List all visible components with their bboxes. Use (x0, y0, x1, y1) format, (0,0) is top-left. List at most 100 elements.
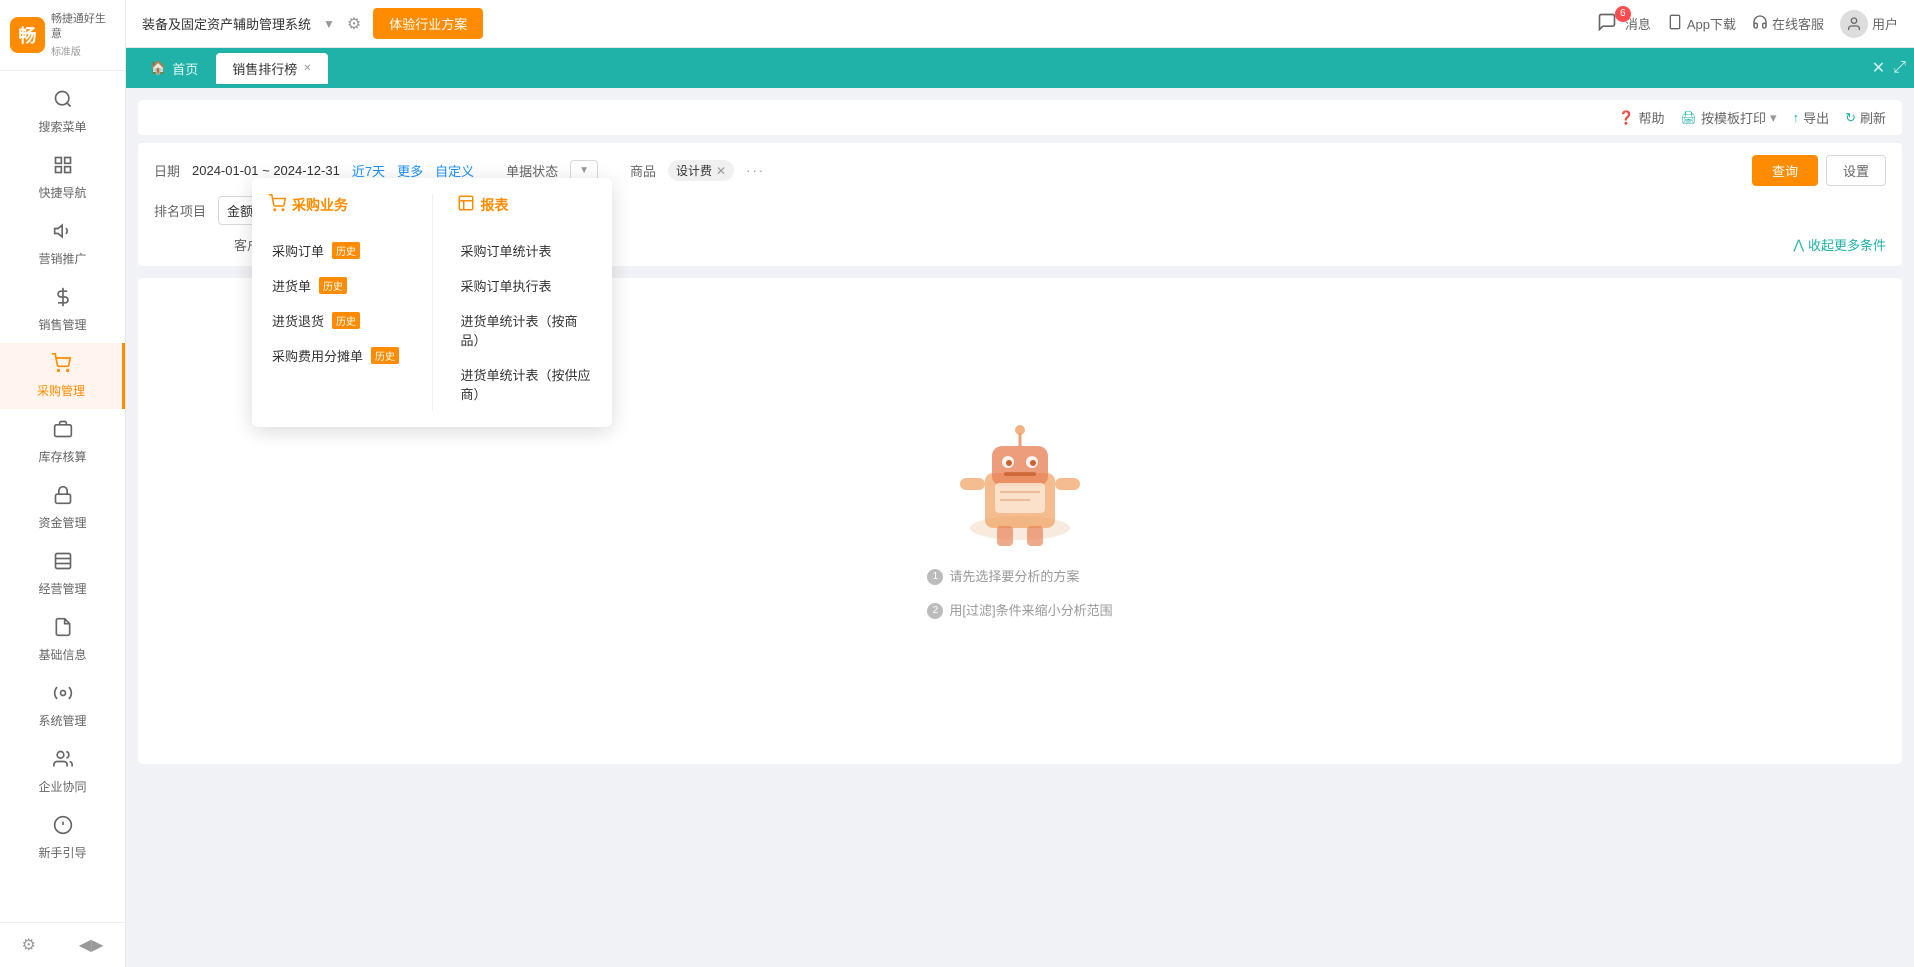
goods-more-dots[interactable]: ··· (746, 163, 765, 178)
goods-tag-remove[interactable]: ✕ (716, 164, 726, 178)
rank-label: 排名项目 (154, 201, 206, 220)
history-badge-2: 历史 (332, 312, 360, 329)
collapse-icon: ⋀ (1793, 237, 1804, 253)
sales-nav-icon (53, 287, 73, 312)
step1-num: 1 (927, 569, 943, 585)
app-download-btn[interactable]: App下载 (1667, 14, 1736, 33)
logo-area: 畅 畅捷通好生意 标准版 (0, 0, 125, 71)
home-icon: 🏠 (150, 60, 166, 76)
menu-item-purchase-return[interactable]: 进货退货 历史 (268, 303, 408, 338)
export-icon: ↑ (1793, 110, 1800, 125)
message-icon (1597, 12, 1617, 35)
empty-illustration (940, 418, 1100, 548)
history-badge-0: 历史 (332, 242, 360, 259)
messages-btn[interactable]: 6 消息 (1597, 12, 1651, 35)
date-range-display: 2024-01-01 ~ 2024-12-31 (192, 163, 340, 178)
phone-icon (1667, 14, 1683, 33)
app-download-label: App下载 (1687, 14, 1736, 33)
guide-nav-icon (53, 815, 73, 840)
settings-btn[interactable]: 设置 (1826, 155, 1886, 186)
step2-num: 2 (927, 603, 943, 619)
purchase-section: 采购业务 采购订单 历史 进货单 历史 进货退货 历史 (268, 194, 408, 411)
purchase-section-title: 采购业务 (268, 194, 408, 221)
sidebar-item-operation[interactable]: 经营管理 (0, 541, 125, 607)
report-section: 报表 采购订单统计表 采购订单执行表 进货单统计表（按商品） 进货单统计表（按供 (457, 194, 597, 411)
marketing-nav-icon (53, 221, 73, 246)
tab-sales-rank[interactable]: 销售排行榜 ✕ (216, 53, 327, 84)
report-section-title: 报表 (457, 194, 597, 221)
help-btn[interactable]: ❓ 帮助 (1618, 108, 1664, 127)
topbar: 装备及固定资产辅助管理系统 ▼ ⚙ 体验行业方案 6 消息 (126, 0, 1914, 48)
menu-item-purchase-expense[interactable]: 采购费用分摊单 历史 (268, 338, 408, 373)
history-badge-1: 历史 (319, 277, 347, 294)
topbar-dropdown-arrow[interactable]: ▼ (323, 17, 335, 31)
tabbar: 🏠 首页 销售排行榜 ✕ ✕ ⤢ (126, 48, 1914, 88)
sidebar-footer: ⚙ ◀▶ (0, 922, 125, 967)
sidebar-item-marketing[interactable]: 营销推广 (0, 211, 125, 277)
basic-nav-icon (53, 617, 73, 642)
operation-nav-icon (53, 551, 73, 576)
collapse-sidebar-btn[interactable]: ◀▶ (79, 935, 104, 955)
sidebar-item-quick[interactable]: 快捷导航 (0, 145, 125, 211)
headset-icon (1752, 14, 1768, 33)
help-icon: ❓ (1618, 110, 1634, 126)
tab-close-all-btn[interactable]: ✕ (1872, 58, 1885, 78)
page-toolbar: ❓ 帮助 🖨 按模板打印 ▾ ↑ 导出 ↻ 刷新 (138, 100, 1902, 135)
collapse-filter-btn[interactable]: ⋀ 收起更多条件 (1793, 235, 1886, 254)
date-filter-label: 日期 (154, 161, 180, 180)
menu-item-report-receipt-goods[interactable]: 进货单统计表（按商品） (457, 303, 597, 357)
print-btn[interactable]: 🖨 按模板打印 ▾ (1681, 108, 1777, 127)
print-dropdown-arrow: ▾ (1770, 110, 1777, 126)
main-content: 装备及固定资产辅助管理系统 ▼ ⚙ 体验行业方案 6 消息 (126, 0, 1914, 967)
purchase-section-icon (268, 194, 286, 215)
empty-text: 1 请先选择要分析的方案 2 用[过滤]条件来缩小分析范围 (927, 564, 1112, 624)
tab-maximize-btn[interactable]: ⤢ (1893, 59, 1906, 77)
logo-main-text: 畅捷通好生意 (51, 12, 115, 43)
sidebar-item-basic[interactable]: 基础信息 (0, 607, 125, 673)
sidebar-item-search[interactable]: 搜索菜单 (0, 79, 125, 145)
finance-nav-icon (53, 485, 73, 510)
sidebar-item-inventory[interactable]: 库存核算 (0, 409, 125, 475)
tabbar-right: ✕ ⤢ (1872, 58, 1906, 78)
enterprise-nav-icon (53, 749, 73, 774)
logo-text-block: 畅捷通好生意 标准版 (51, 12, 115, 58)
sidebar-item-finance[interactable]: 资金管理 (0, 475, 125, 541)
purchase-dropdown-overlay: 采购业务 采购订单 历史 进货单 历史 进货退货 历史 (252, 178, 612, 427)
logo-sub-text: 标准版 (51, 43, 115, 58)
online-service-btn[interactable]: 在线客服 (1752, 14, 1824, 33)
export-btn[interactable]: ↑ 导出 (1793, 108, 1830, 127)
sidebar-item-enterprise[interactable]: 企业协同 (0, 739, 125, 805)
sidebar-navigation: 搜索菜单 快捷导航 营销推广 销售管理 (0, 71, 125, 922)
trial-btn[interactable]: 体验行业方案 (373, 8, 483, 39)
refresh-icon: ↻ (1845, 110, 1856, 126)
sidebar-item-system[interactable]: 系统管理 (0, 673, 125, 739)
page-body: ❓ 帮助 🖨 按模板打印 ▾ ↑ 导出 ↻ 刷新 (126, 88, 1914, 967)
inventory-nav-icon (53, 419, 73, 444)
report-section-icon (457, 194, 475, 215)
topbar-settings-btn[interactable]: ⚙ (347, 14, 361, 34)
online-service-label: 在线客服 (1772, 14, 1824, 33)
tab-close-btn[interactable]: ✕ (303, 63, 311, 74)
print-icon: 🖨 (1681, 110, 1698, 126)
empty-state: 1 请先选择要分析的方案 2 用[过滤]条件来缩小分析范围 (927, 338, 1112, 704)
tab-home[interactable]: 🏠 首页 (134, 53, 214, 84)
quick-nav-icon (53, 155, 73, 180)
settings-footer-btn[interactable]: ⚙ (22, 935, 36, 955)
user-btn[interactable]: 用户 (1840, 10, 1898, 38)
system-title: 装备及固定资产辅助管理系统 (142, 14, 311, 33)
purchase-dropdown-menu: 采购业务 采购订单 历史 进货单 历史 进货退货 历史 (252, 178, 612, 427)
menu-item-report-order-stats[interactable]: 采购订单统计表 (457, 233, 597, 268)
refresh-btn[interactable]: ↻ 刷新 (1845, 108, 1886, 127)
menu-item-report-receipt-supplier[interactable]: 进货单统计表（按供应商） (457, 357, 597, 411)
filter-actions: 查询 设置 (1752, 155, 1886, 186)
menu-item-purchase-receipt[interactable]: 进货单 历史 (268, 268, 408, 303)
query-btn[interactable]: 查询 (1752, 155, 1818, 186)
sidebar-item-guide[interactable]: 新手引导 (0, 805, 125, 871)
chevron-down-icon: ▼ (579, 165, 589, 176)
logo-icon: 畅 (10, 17, 45, 53)
sidebar: 畅 畅捷通好生意 标准版 搜索菜单 快捷导航 (0, 0, 126, 967)
sidebar-item-sales[interactable]: 销售管理 (0, 277, 125, 343)
sidebar-item-purchase[interactable]: 采购管理 (0, 343, 125, 409)
menu-item-report-order-exec[interactable]: 采购订单执行表 (457, 268, 597, 303)
menu-item-purchase-order[interactable]: 采购订单 历史 (268, 233, 408, 268)
